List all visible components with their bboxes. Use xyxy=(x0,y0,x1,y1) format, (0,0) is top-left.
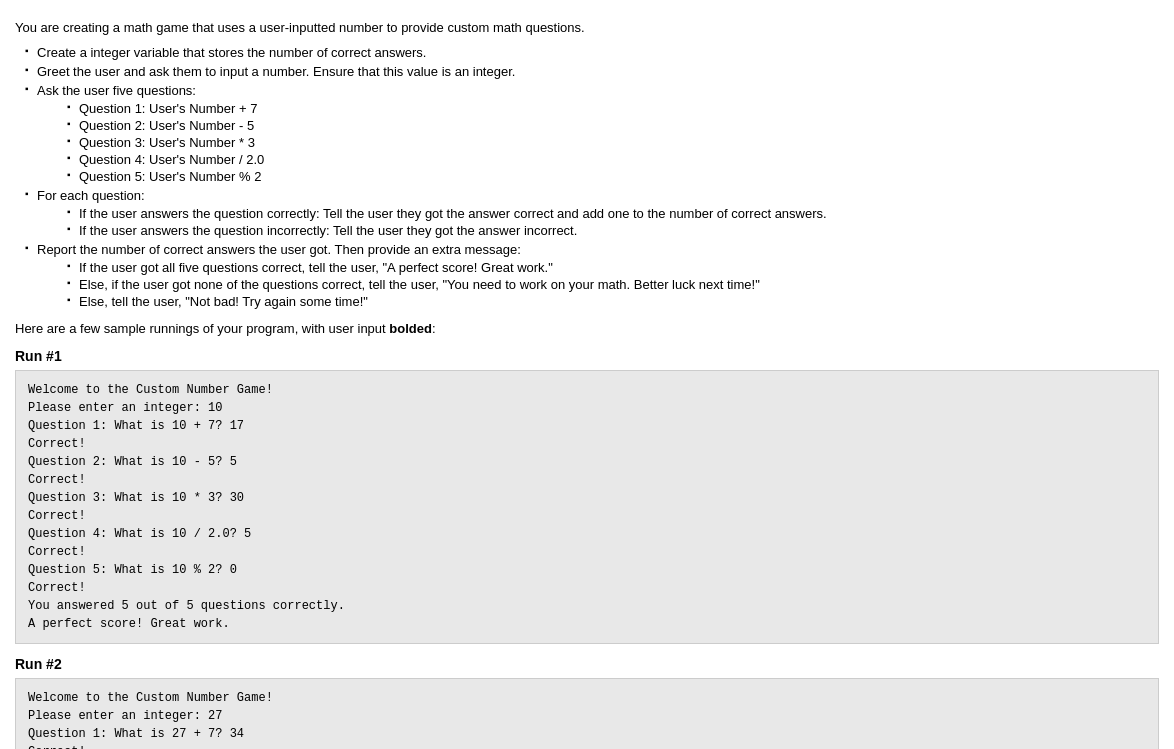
instruction-item-3: Ask the user five questions: Question 1:… xyxy=(25,83,1159,184)
instructions-list: Create a integer variable that stores th… xyxy=(15,45,1159,309)
question-2: Question 2: User's Number - 5 xyxy=(67,118,1159,133)
extra-message-sublist: If the user got all five questions corre… xyxy=(37,260,1159,309)
question-4: Question 4: User's Number / 2.0 xyxy=(67,152,1159,167)
instruction-item-4: For each question: If the user answers t… xyxy=(25,188,1159,238)
zero-score-note: Else, if the user got none of the questi… xyxy=(67,277,1159,292)
perfect-score-note: If the user got all five questions corre… xyxy=(67,260,1159,275)
run2-code-block: Welcome to the Custom Number Game! Pleas… xyxy=(15,678,1159,749)
instruction-item-2: Greet the user and ask them to input a n… xyxy=(25,64,1159,79)
run1-heading: Run #1 xyxy=(15,348,1159,364)
sample-intro-text: Here are a few sample runnings of your p… xyxy=(15,321,1159,336)
questions-sublist: Question 1: User's Number + 7 Question 2… xyxy=(37,101,1159,184)
correct-answer-note: If the user answers the question correct… xyxy=(67,206,1159,221)
incorrect-answer-note: If the user answers the question incorre… xyxy=(67,223,1159,238)
instruction-item-5: Report the number of correct answers the… xyxy=(25,242,1159,309)
run1-code-block: Welcome to the Custom Number Game! Pleas… xyxy=(15,370,1159,644)
else-note: Else, tell the user, "Not bad! Try again… xyxy=(67,294,1159,309)
question-3: Question 3: User's Number * 3 xyxy=(67,135,1159,150)
for-each-question-sublist: If the user answers the question correct… xyxy=(37,206,1159,238)
run2-heading: Run #2 xyxy=(15,656,1159,672)
question-1: Question 1: User's Number + 7 xyxy=(67,101,1159,116)
question-5: Question 5: User's Number % 2 xyxy=(67,169,1159,184)
instruction-item-1: Create a integer variable that stores th… xyxy=(25,45,1159,60)
intro-description: You are creating a math game that uses a… xyxy=(15,20,1159,35)
